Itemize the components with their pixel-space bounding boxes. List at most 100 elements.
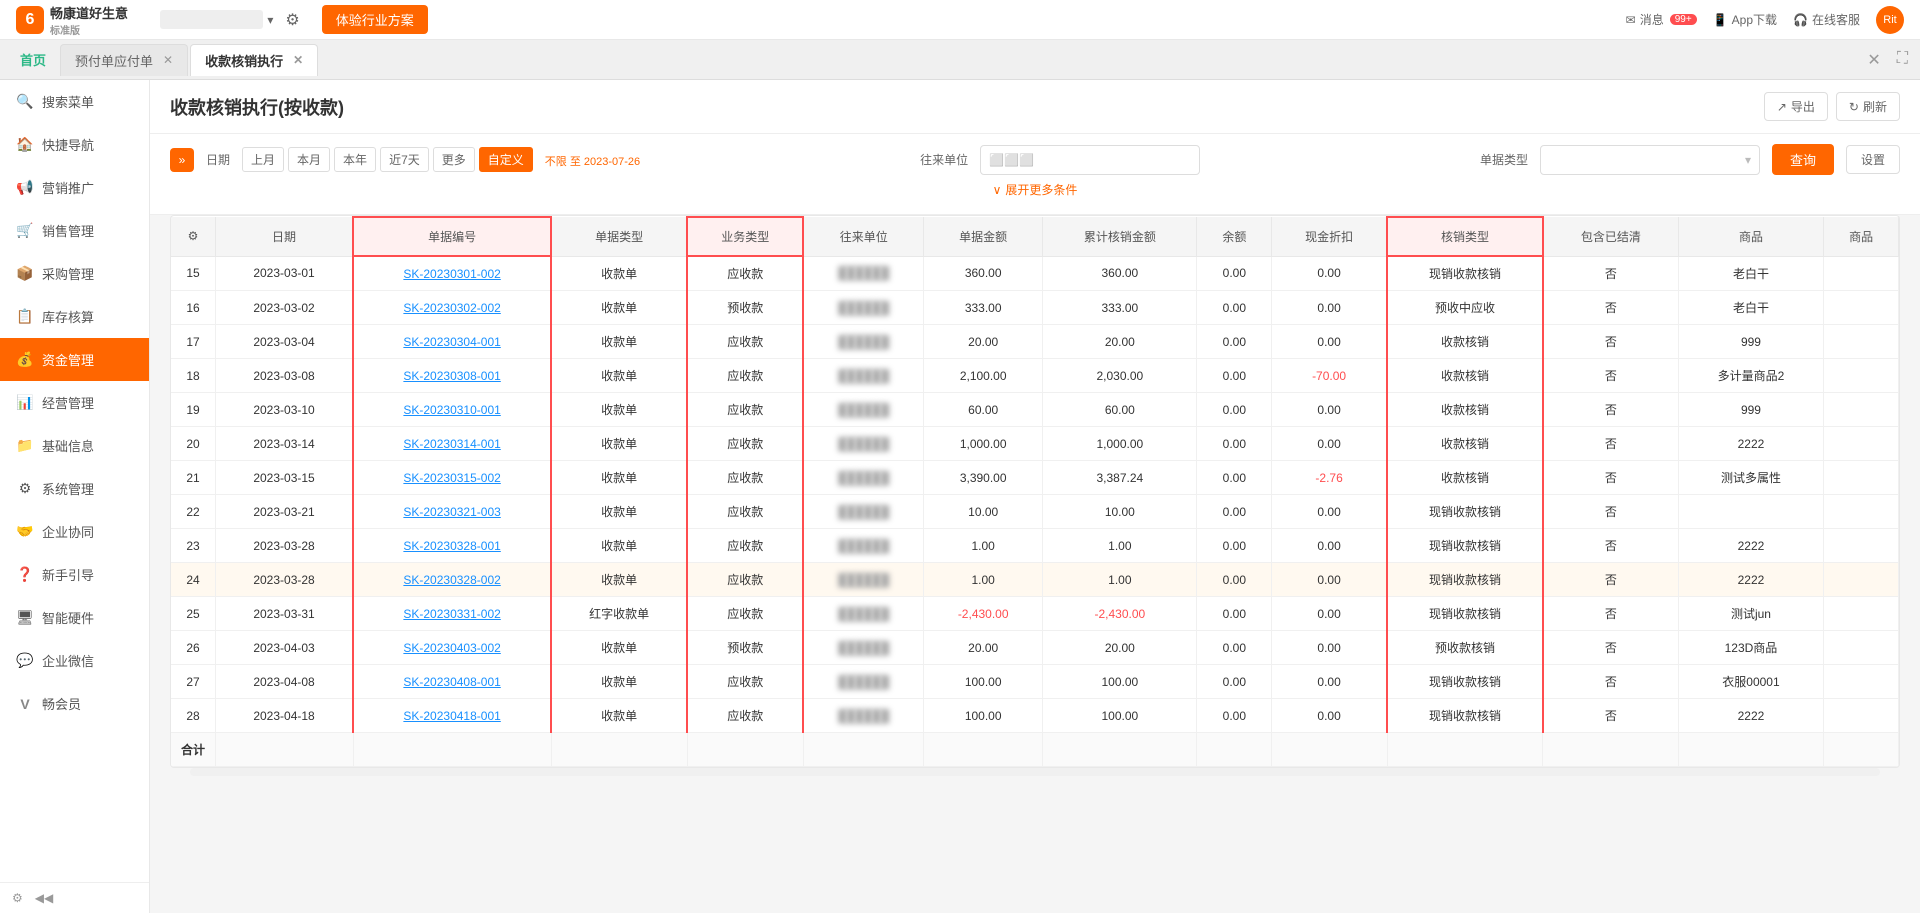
sidebar-label-finance: 资金管理 [42,350,94,369]
workspace-label [160,10,263,29]
tab-prepay[interactable]: 预付单应付单 ✕ [60,44,188,76]
filter-collapse-btn[interactable]: » [170,148,194,172]
cell-cancel-type: 预收中应收 [1387,291,1543,325]
cell-balance: 0.00 [1197,359,1272,393]
sidebar-item-finance[interactable]: 💰 资金管理 [0,338,149,381]
sidebar-item-purchase[interactable]: 📦 采购管理 [0,252,149,295]
sidebar-item-basic[interactable]: 📁 基础信息 [0,424,149,467]
sidebar-item-hardware[interactable]: 🖥 智能硬件 [0,596,149,639]
solution-btn[interactable]: 体验行业方案 [322,5,428,34]
date-tab-last-month[interactable]: 上月 [242,147,284,172]
filter-settings-btn[interactable]: 设置 [1846,145,1900,174]
sidebar-item-marketing[interactable]: 📢 营销推广 [0,166,149,209]
cell-doc-no[interactable]: SK-20230328-001 [353,529,551,563]
cell-balance: 0.00 [1197,699,1272,733]
cell-discount: 0.00 [1272,256,1387,291]
refresh-btn[interactable]: ↻ 刷新 [1836,92,1900,121]
date-tab-7days[interactable]: 近7天 [380,147,429,172]
sidebar-item-sales[interactable]: 🛒 销售管理 [0,209,149,252]
sidebar-label-system: 系统管理 [42,479,94,498]
cell-amount: 60.00 [924,393,1043,427]
cell-doc-no[interactable]: SK-20230304-001 [353,325,551,359]
logo-name: 畅康道好生意 [50,3,128,22]
partner-filter-label: 往来单位 [920,151,968,168]
app-download-item[interactable]: 📱 App下载 [1713,11,1777,28]
tab-collection[interactable]: 收款核销执行 ✕ [190,44,318,76]
workspace-dropdown[interactable]: ▾ [160,10,273,29]
cell-doc-no[interactable]: SK-20230403-002 [353,631,551,665]
cell-doc-no[interactable]: SK-20230331-002 [353,597,551,631]
cell-doc-no[interactable]: SK-20230315-002 [353,461,551,495]
cell-doc-no[interactable]: SK-20230302-002 [353,291,551,325]
sidebar-item-nav[interactable]: 🏠 快捷导航 [0,123,149,166]
sidebar-label-wechat: 企业微信 [42,651,94,670]
cell-amount: 20.00 [924,325,1043,359]
sidebar-item-member[interactable]: V 畅会员 [0,682,149,725]
cell-partner: ██████ [803,256,923,291]
search-icon: 🔍 [16,93,34,111]
cell-accum: 100.00 [1043,699,1197,733]
sidebar-item-inventory[interactable]: 📋 库存核算 [0,295,149,338]
sidebar: 🔍 搜索菜单 🏠 快捷导航 📢 营销推广 🛒 销售管理 📦 采购管理 📋 库存核… [0,80,150,913]
cell-date: 2023-03-14 [216,427,354,461]
cell-balance: 0.00 [1197,631,1272,665]
table-body: 152023-03-01SK-20230301-002收款单应收款██████3… [171,256,1899,767]
cell-doc-no[interactable]: SK-20230408-001 [353,665,551,699]
table-total-row: 合计 [171,733,1899,767]
cell-doc-no[interactable]: SK-20230310-001 [353,393,551,427]
cell-biz-type: 应收款 [687,325,803,359]
cell-biz-type: 应收款 [687,359,803,393]
partner-select[interactable]: ⬜⬜⬜ [980,145,1200,175]
cell-balance: 0.00 [1197,495,1272,529]
cell-date: 2023-04-08 [216,665,354,699]
tab-prepay-close-icon[interactable]: ✕ [163,53,173,67]
date-tab-this-year[interactable]: 本年 [334,147,376,172]
sidebar-item-enterprise[interactable]: 🤝 企业协同 [0,510,149,553]
tab-home[interactable]: 首页 [8,44,58,75]
sidebar-item-wechat[interactable]: 💬 企业微信 [0,639,149,682]
guide-icon: ❓ [16,566,34,584]
doc-type-select[interactable]: ▾ [1540,145,1760,175]
cell-partner: ██████ [803,665,923,699]
settings-bottom-icon[interactable]: ⚙ [12,891,23,905]
cell-included: 否 [1543,665,1678,699]
tab-collection-close-icon[interactable]: ✕ [293,53,303,67]
table-row: 152023-03-01SK-20230301-002收款单应收款██████3… [171,256,1899,291]
main-content: 收款核销执行(按收款) ↗ 导出 ↻ 刷新 » 日期 上月 本月 [150,80,1920,913]
cell-product2 [1824,359,1899,393]
col-amount: 单据金额 [924,217,1043,256]
table-scroll-bar[interactable] [190,768,1880,776]
cell-doc-no[interactable]: SK-20230328-002 [353,563,551,597]
tab-prepay-label: 预付单应付单 [75,51,153,70]
date-tab-custom[interactable]: 自定义 [479,147,533,172]
cell-doc-no[interactable]: SK-20230321-003 [353,495,551,529]
query-btn[interactable]: 查询 [1772,144,1834,175]
cell-included: 否 [1543,461,1678,495]
export-btn[interactable]: ↗ 导出 [1764,92,1828,121]
cell-doc-no[interactable]: SK-20230314-001 [353,427,551,461]
date-tab-more[interactable]: 更多 [433,147,475,172]
collapse-sidebar-icon[interactable]: ◀◀ [35,891,53,905]
sidebar-item-operations[interactable]: 📊 经营管理 [0,381,149,424]
user-avatar[interactable]: Rit [1876,6,1904,34]
date-range-display: 不限 至 2023-07-26 [545,153,640,169]
tab-close-all-icon[interactable]: ✕ [1863,46,1884,74]
sidebar-item-guide[interactable]: ❓ 新手引导 [0,553,149,596]
settings-icon[interactable]: ⚙ [285,10,299,30]
cell-discount: 0.00 [1272,563,1387,597]
message-item[interactable]: ✉ 消息 99+ [1626,11,1697,28]
cell-no: 26 [171,631,216,665]
date-tab-this-month[interactable]: 本月 [288,147,330,172]
sidebar-item-search[interactable]: 🔍 搜索菜单 [0,80,149,123]
col-settings-icon[interactable]: ⚙ [171,217,216,256]
sidebar-item-system[interactable]: ⚙ 系统管理 [0,467,149,510]
expand-more-btn[interactable]: ∨ 展开更多条件 [170,175,1900,204]
marketing-icon: 📢 [16,179,34,197]
cell-product2 [1824,631,1899,665]
filter-area: » 日期 上月 本月 本年 近7天 更多 自定义 不限 至 2023-07-26… [150,134,1920,215]
tab-expand-icon[interactable]: ⛶ [1893,46,1912,74]
online-service-item[interactable]: 🎧 在线客服 [1793,11,1860,28]
cell-doc-no[interactable]: SK-20230301-002 [353,256,551,291]
cell-doc-no[interactable]: SK-20230418-001 [353,699,551,733]
cell-doc-no[interactable]: SK-20230308-001 [353,359,551,393]
